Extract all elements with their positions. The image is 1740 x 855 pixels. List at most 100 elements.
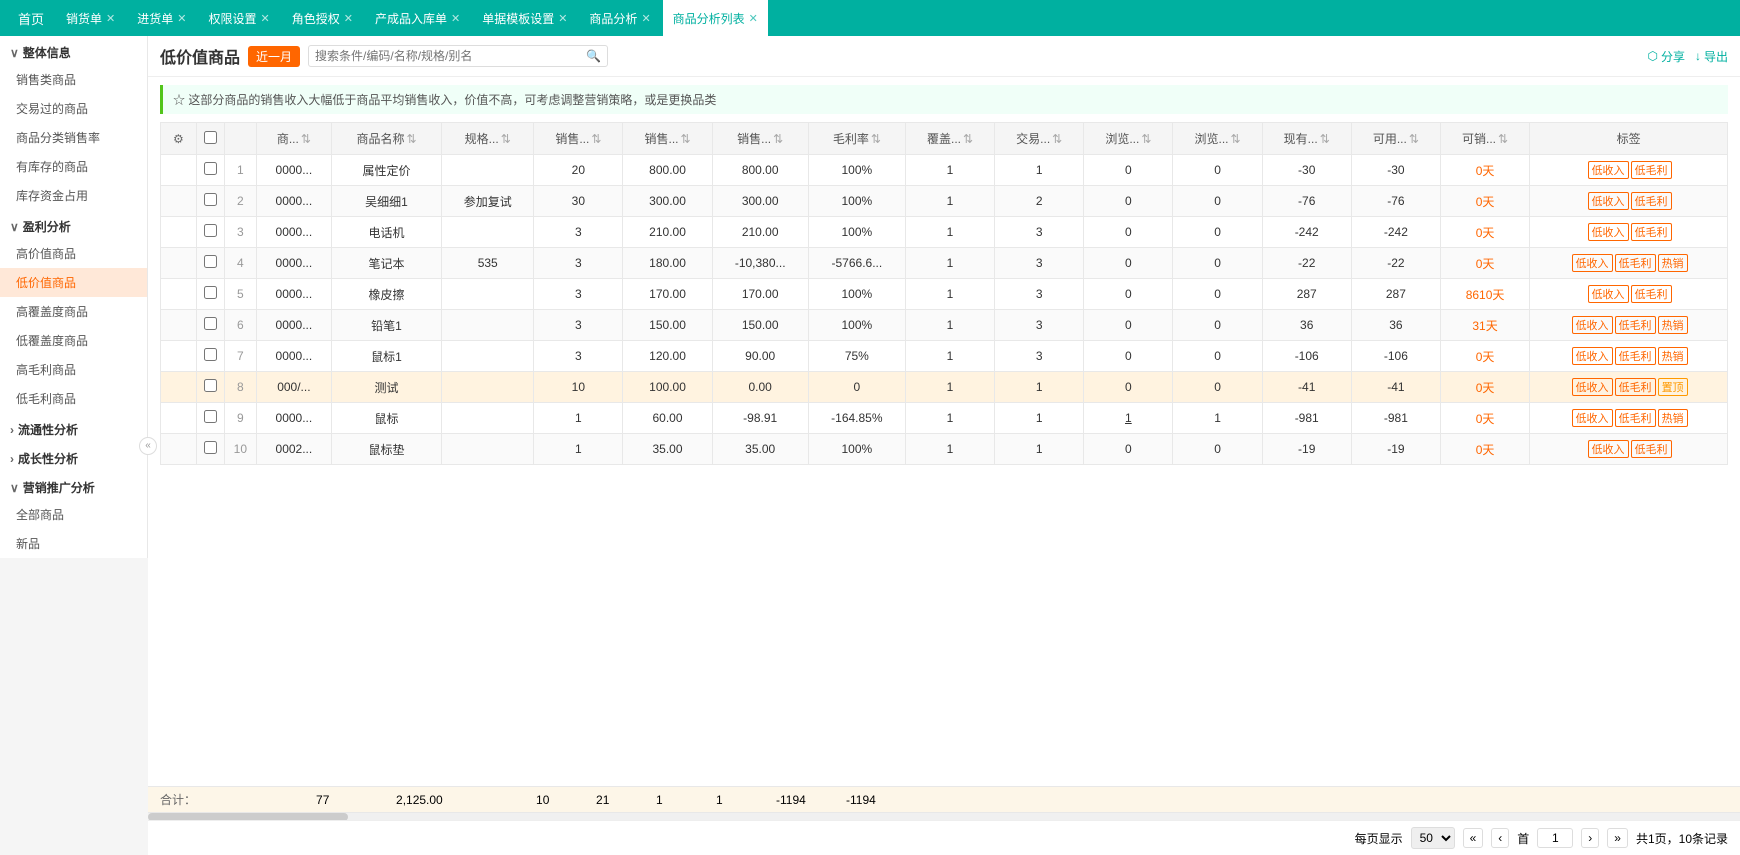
per-page-select[interactable]: 50 [1411,827,1455,849]
cell-checkbox[interactable] [196,310,224,341]
th-sales-price[interactable]: 销售...⇅ [623,123,712,155]
row-checkbox[interactable] [204,410,217,423]
cell-checkbox[interactable] [196,155,224,186]
row-checkbox[interactable] [204,348,217,361]
horizontal-scrollbar[interactable] [148,812,1740,820]
browse-link[interactable]: 1 [1125,411,1132,425]
sidebar-item-high-value[interactable]: 高价值商品 [0,239,147,268]
sidebar-item-stock-capital[interactable]: 库存资金占用 [0,181,147,210]
nav-close-icon[interactable]: ✕ [177,12,186,25]
select-all-checkbox[interactable] [204,131,217,144]
nav-production-warehousing[interactable]: 产成品入库单 ✕ [365,0,470,36]
th-saleable[interactable]: 可销...⇅ [1440,123,1529,155]
sidebar-group-overall[interactable]: ∨ 整体信息 [0,36,147,65]
sidebar-item-stock-products[interactable]: 有库存的商品 [0,152,147,181]
nav-close-icon[interactable]: ✕ [451,12,460,25]
th-gross-rate[interactable]: 毛利率⇅ [808,123,905,155]
cell-browse1[interactable]: 0 [1084,217,1173,248]
sort-icon[interactable]: ⇅ [1052,132,1062,146]
time-badge[interactable]: 近一月 [248,46,300,67]
sort-icon[interactable]: ⇅ [1141,132,1151,146]
cell-checkbox[interactable] [196,372,224,403]
sort-icon[interactable]: ⇅ [591,132,601,146]
th-trade[interactable]: 交易...⇅ [995,123,1084,155]
prev-page-button[interactable]: ‹ [1491,828,1509,848]
th-settings[interactable]: ⚙ [161,123,197,155]
sidebar-item-traded-products[interactable]: 交易过的商品 [0,94,147,123]
sidebar-item-sales-products[interactable]: 销售类商品 [0,65,147,94]
cell-browse1[interactable]: 0 [1084,434,1173,465]
nav-role-auth[interactable]: 角色授权 ✕ [282,0,363,36]
nav-close-icon[interactable]: ✕ [261,12,270,25]
th-spec[interactable]: 规格...⇅ [442,123,534,155]
sort-icon[interactable]: ⇅ [1231,132,1241,146]
sort-icon[interactable]: ⇅ [1409,132,1419,146]
sidebar-item-low-value[interactable]: 低价值商品 [0,268,147,297]
sidebar-group-growth[interactable]: › 成长性分析 [0,442,147,471]
cell-browse1[interactable]: 0 [1084,248,1173,279]
th-code[interactable]: 商...⇅ [256,123,331,155]
nav-product-analysis[interactable]: 商品分析 ✕ [579,0,660,36]
first-page-button[interactable]: « [1463,828,1484,848]
nav-close-icon[interactable]: ✕ [641,12,650,25]
cell-checkbox[interactable] [196,341,224,372]
row-checkbox[interactable] [204,224,217,237]
row-checkbox[interactable] [204,162,217,175]
th-sales-qty[interactable]: 销售...⇅ [534,123,623,155]
share-button[interactable]: ⬡ 分享 [1647,48,1685,65]
nav-close-icon[interactable]: ✕ [344,12,353,25]
nav-permission-setting[interactable]: 权限设置 ✕ [198,0,279,36]
row-checkbox[interactable] [204,255,217,268]
sort-icon[interactable]: ⇅ [963,132,973,146]
nav-product-analysis-list[interactable]: 商品分析列表 ✕ [663,0,768,36]
nav-close-icon[interactable]: ✕ [106,12,115,25]
sort-icon[interactable]: ⇅ [1498,132,1508,146]
sidebar-group-liquidity[interactable]: › 流通性分析 [0,413,147,442]
sort-icon[interactable]: ⇅ [681,132,691,146]
row-checkbox[interactable] [204,441,217,454]
th-browse1[interactable]: 浏览...⇅ [1084,123,1173,155]
th-cover[interactable]: 覆盖...⇅ [905,123,994,155]
nav-home[interactable]: 首页 [8,0,54,36]
cell-browse1[interactable]: 0 [1084,341,1173,372]
nav-purchase-order[interactable]: 进货单 ✕ [127,0,196,36]
sidebar-item-category-rate[interactable]: 商品分类销售率 [0,123,147,152]
sidebar-collapse-button[interactable]: « [139,437,157,455]
page-number-input[interactable] [1537,828,1573,848]
sort-icon[interactable]: ⇅ [871,132,881,146]
cell-browse1[interactable]: 0 [1084,186,1173,217]
th-browse2[interactable]: 浏览...⇅ [1173,123,1262,155]
next-page-button[interactable]: › [1581,828,1599,848]
sort-icon[interactable]: ⇅ [773,132,783,146]
sidebar-item-high-margin[interactable]: 高毛利商品 [0,355,147,384]
nav-close-icon[interactable]: ✕ [558,12,567,25]
sidebar-item-all-products[interactable]: 全部商品 [0,500,147,529]
sidebar-item-low-coverage[interactable]: 低覆盖度商品 [0,326,147,355]
sidebar-item-high-coverage[interactable]: 高覆盖度商品 [0,297,147,326]
cell-checkbox[interactable] [196,217,224,248]
th-name[interactable]: 商品名称⇅ [331,123,441,155]
search-input[interactable] [315,49,586,63]
cell-browse1[interactable]: 0 [1084,279,1173,310]
th-current[interactable]: 现有...⇅ [1262,123,1351,155]
sort-icon[interactable]: ⇅ [1320,132,1330,146]
sort-icon[interactable]: ⇅ [501,132,511,146]
cell-browse1[interactable]: 0 [1084,310,1173,341]
cell-checkbox[interactable] [196,434,224,465]
row-checkbox[interactable] [204,286,217,299]
sidebar-group-profit[interactable]: ∨ 盈利分析 [0,210,147,239]
cell-browse1[interactable]: 0 [1084,155,1173,186]
nav-sales-order[interactable]: 销货单 ✕ [56,0,125,36]
sort-icon[interactable]: ⇅ [407,132,417,146]
cell-checkbox[interactable] [196,186,224,217]
cell-browse1[interactable]: 0 [1084,372,1173,403]
nav-template-setting[interactable]: 单据模板设置 ✕ [472,0,577,36]
nav-close-icon[interactable]: ✕ [749,12,758,25]
search-icon[interactable]: 🔍 [586,49,601,63]
row-checkbox[interactable] [204,317,217,330]
last-page-button[interactable]: » [1607,828,1628,848]
sidebar-item-new-products[interactable]: 新品 [0,529,147,558]
export-button[interactable]: ↓ 导出 [1695,48,1728,65]
th-sales-cost[interactable]: 销售...⇅ [712,123,808,155]
row-checkbox[interactable] [204,193,217,206]
